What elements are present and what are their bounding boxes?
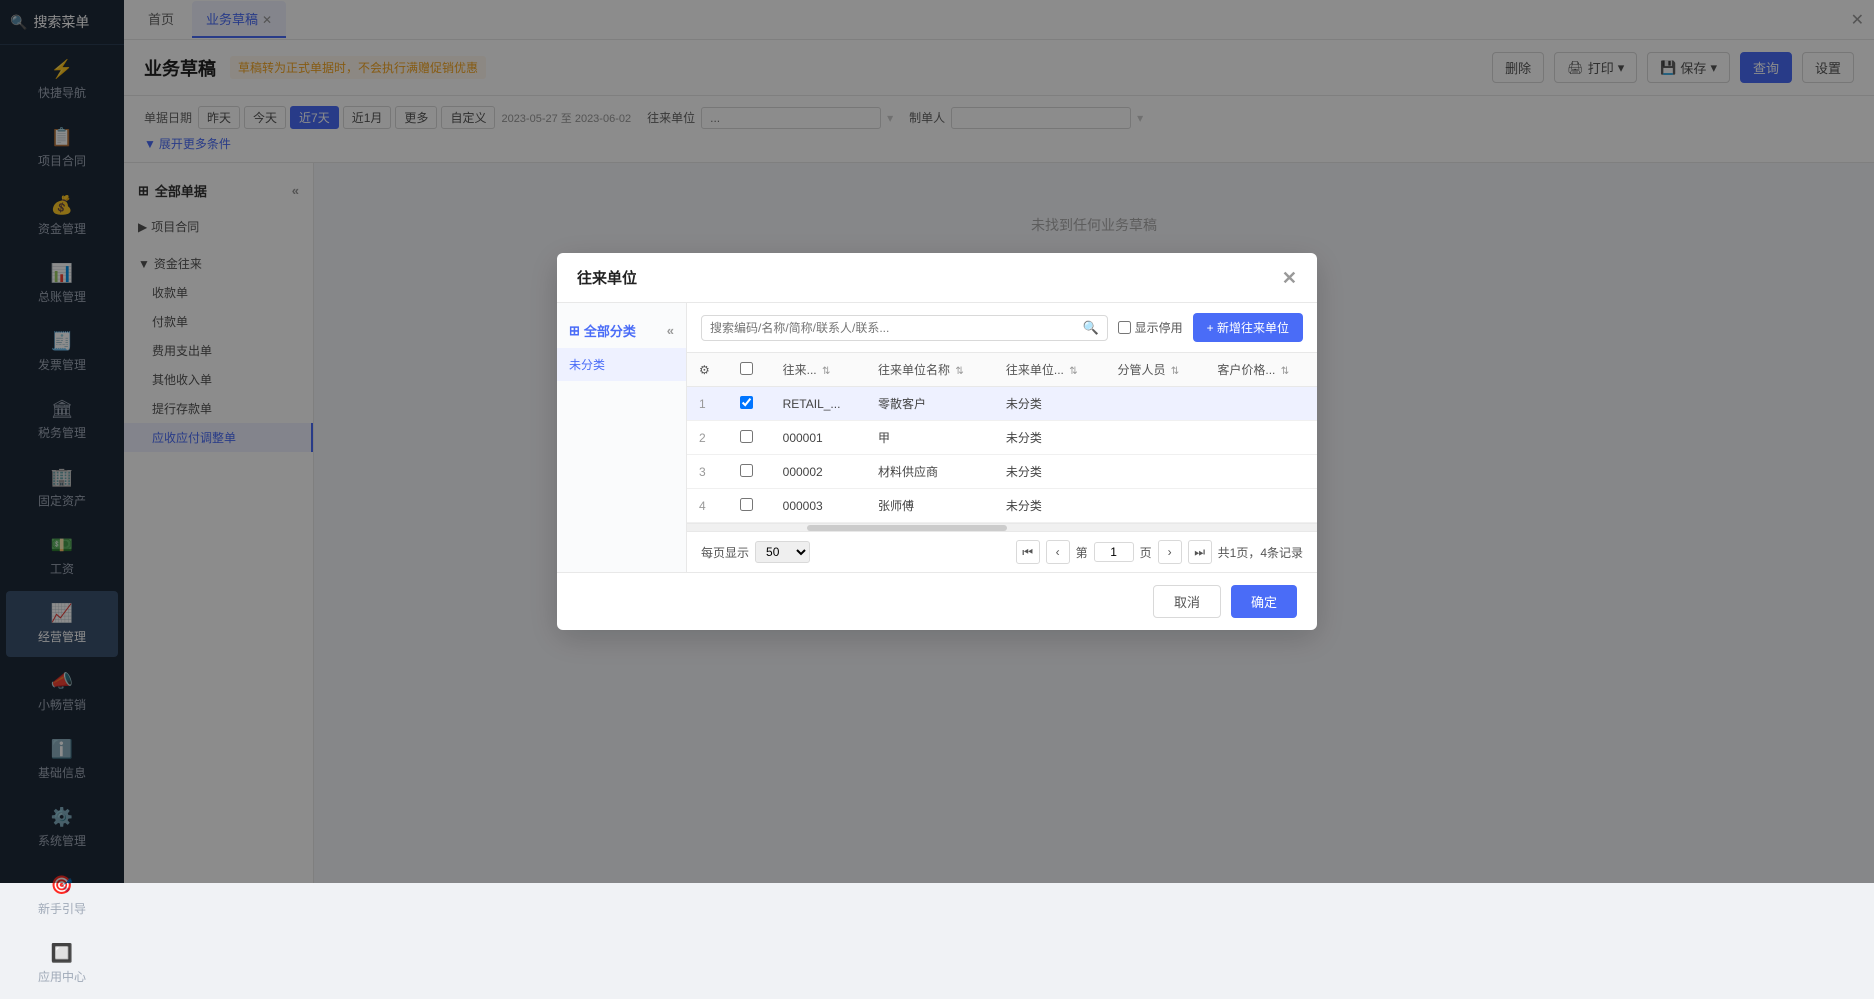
row-name-cell: 甲	[866, 421, 994, 455]
row-category-cell: 未分类	[994, 455, 1106, 489]
page-input[interactable]	[1094, 542, 1134, 562]
category-header: ⊞ 全部分类 «	[557, 313, 686, 348]
row-name-cell: 材料供应商	[866, 455, 994, 489]
row-checkbox[interactable]	[740, 396, 753, 409]
prev-page-button[interactable]: ‹	[1046, 540, 1070, 564]
sort-icon-name: ⇅	[955, 366, 963, 377]
row-category-cell: 未分类	[994, 387, 1106, 421]
page-label: 第	[1076, 544, 1088, 561]
dialog-scrollbar[interactable]	[687, 523, 1317, 531]
row-price-cell	[1205, 387, 1317, 421]
total-text: 共1页，4条记录	[1218, 544, 1303, 561]
dialog-pagination: 每页显示 50 20 100 ⏮ ‹ 第 页 ›	[687, 531, 1317, 572]
pagination-right: ⏮ ‹ 第 页 › ⏭ 共1页，4条记录	[1016, 540, 1303, 564]
row-manager-cell	[1105, 455, 1205, 489]
row-manager-cell	[1105, 489, 1205, 523]
add-partner-button[interactable]: + 新增往来单位	[1193, 313, 1303, 342]
dialog-table-row[interactable]: 2 000001 甲 未分类	[687, 421, 1317, 455]
dialog-col-gear: ⚙	[687, 353, 728, 387]
row-category-cell: 未分类	[994, 489, 1106, 523]
show-disabled-checkbox[interactable]	[1118, 321, 1131, 334]
dialog-header: 往来单位 ✕	[557, 253, 1317, 303]
gear-icon[interactable]: ⚙	[699, 363, 710, 377]
dialog-title: 往来单位	[577, 267, 637, 288]
row-price-cell	[1205, 489, 1317, 523]
row-price-cell	[1205, 455, 1317, 489]
dialog-table-row[interactable]: 1 RETAIL_... 零散客户 未分类	[687, 387, 1317, 421]
row-checkbox[interactable]	[740, 498, 753, 511]
show-disabled-toggle: 显示停用	[1118, 319, 1183, 336]
next-page-button[interactable]: ›	[1158, 540, 1182, 564]
dialog-footer: 取消 确定	[557, 572, 1317, 630]
dialog-body: ⊞ 全部分类 « 未分类 🔍 显示停用	[557, 303, 1317, 572]
row-check-cell[interactable]	[728, 387, 771, 421]
select-all-checkbox[interactable]	[740, 362, 753, 375]
sort-icon-code: ⇅	[822, 366, 830, 377]
sort-icon-price: ⇅	[1281, 366, 1289, 377]
row-check-cell[interactable]	[728, 489, 771, 523]
row-gear-cell: 1	[687, 387, 728, 421]
category-collapse-icon[interactable]: «	[667, 323, 674, 338]
cancel-button[interactable]: 取消	[1153, 585, 1221, 618]
dialog-table: ⚙ 往来... ⇅ 往来单位名称 ⇅ 往来单位... ⇅ 分管人员 ⇅ 客户价格…	[687, 353, 1317, 523]
dialog-table-container: ⚙ 往来... ⇅ 往来单位名称 ⇅ 往来单位... ⇅ 分管人员 ⇅ 客户价格…	[687, 353, 1317, 523]
dialog-col-name: 往来单位名称 ⇅	[866, 353, 994, 387]
sort-icon-category: ⇅	[1069, 366, 1077, 377]
dialog-search-icon[interactable]: 🔍	[1082, 320, 1098, 336]
row-checkbox[interactable]	[740, 464, 753, 477]
dialog-search-box: 🔍	[701, 315, 1108, 341]
category-sidebar: ⊞ 全部分类 « 未分类	[557, 303, 687, 572]
row-gear-cell: 2	[687, 421, 728, 455]
dialog-search-input[interactable]	[710, 321, 1076, 335]
dialog-main: 🔍 显示停用 + 新增往来单位 ⚙	[687, 303, 1317, 572]
per-page-select[interactable]: 50 20 100	[755, 541, 810, 563]
sidebar-item-label-new-guide: 新手引导	[38, 900, 86, 917]
dialog-table-header-row: ⚙ 往来... ⇅ 往来单位名称 ⇅ 往来单位... ⇅ 分管人员 ⇅ 客户价格…	[687, 353, 1317, 387]
show-disabled-label: 显示停用	[1135, 319, 1183, 336]
sidebar-item-app-center[interactable]: 🔲 应用中心	[6, 931, 118, 997]
row-checkbox[interactable]	[740, 430, 753, 443]
row-manager-cell	[1105, 421, 1205, 455]
sort-icon-manager: ⇅	[1171, 366, 1179, 377]
row-price-cell	[1205, 421, 1317, 455]
dialog-table-row[interactable]: 4 000003 张师傅 未分类	[687, 489, 1317, 523]
row-gear-cell: 4	[687, 489, 728, 523]
dialog-scrollbar-thumb[interactable]	[807, 525, 1007, 531]
dialog-col-code: 往来... ⇅	[771, 353, 866, 387]
per-page-label: 每页显示	[701, 544, 749, 561]
row-code-cell: 000003	[771, 489, 866, 523]
dialog-col-manager: 分管人员 ⇅	[1105, 353, 1205, 387]
dialog-table-row[interactable]: 3 000002 材料供应商 未分类	[687, 455, 1317, 489]
first-page-button[interactable]: ⏮	[1016, 540, 1040, 564]
row-check-cell[interactable]	[728, 421, 771, 455]
sidebar-item-label-app-center: 应用中心	[38, 968, 86, 985]
dialog-col-price: 客户价格... ⇅	[1205, 353, 1317, 387]
confirm-button[interactable]: 确定	[1231, 585, 1297, 618]
row-category-cell: 未分类	[994, 421, 1106, 455]
app-center-icon: 🔲	[51, 943, 73, 964]
dialog-col-category: 往来单位... ⇅	[994, 353, 1106, 387]
grid-icon-dialog: ⊞	[569, 323, 580, 339]
row-name-cell: 零散客户	[866, 387, 994, 421]
dialog-overlay: 往来单位 ✕ ⊞ 全部分类 « 未分类 🔍	[0, 0, 1874, 883]
pagination-left: 每页显示 50 20 100	[701, 541, 810, 563]
row-name-cell: 张师傅	[866, 489, 994, 523]
dialog-col-check	[728, 353, 771, 387]
row-code-cell: 000001	[771, 421, 866, 455]
page-unit: 页	[1140, 544, 1152, 561]
row-code-cell: RETAIL_...	[771, 387, 866, 421]
category-item-uncategorized[interactable]: 未分类	[557, 348, 686, 381]
row-check-cell[interactable]	[728, 455, 771, 489]
row-manager-cell	[1105, 387, 1205, 421]
partner-dialog: 往来单位 ✕ ⊞ 全部分类 « 未分类 🔍	[557, 253, 1317, 630]
row-gear-cell: 3	[687, 455, 728, 489]
dialog-toolbar: 🔍 显示停用 + 新增往来单位	[687, 303, 1317, 353]
dialog-close-button[interactable]: ✕	[1282, 269, 1297, 287]
last-page-button[interactable]: ⏭	[1188, 540, 1212, 564]
row-code-cell: 000002	[771, 455, 866, 489]
category-header-label: 全部分类	[584, 321, 636, 340]
